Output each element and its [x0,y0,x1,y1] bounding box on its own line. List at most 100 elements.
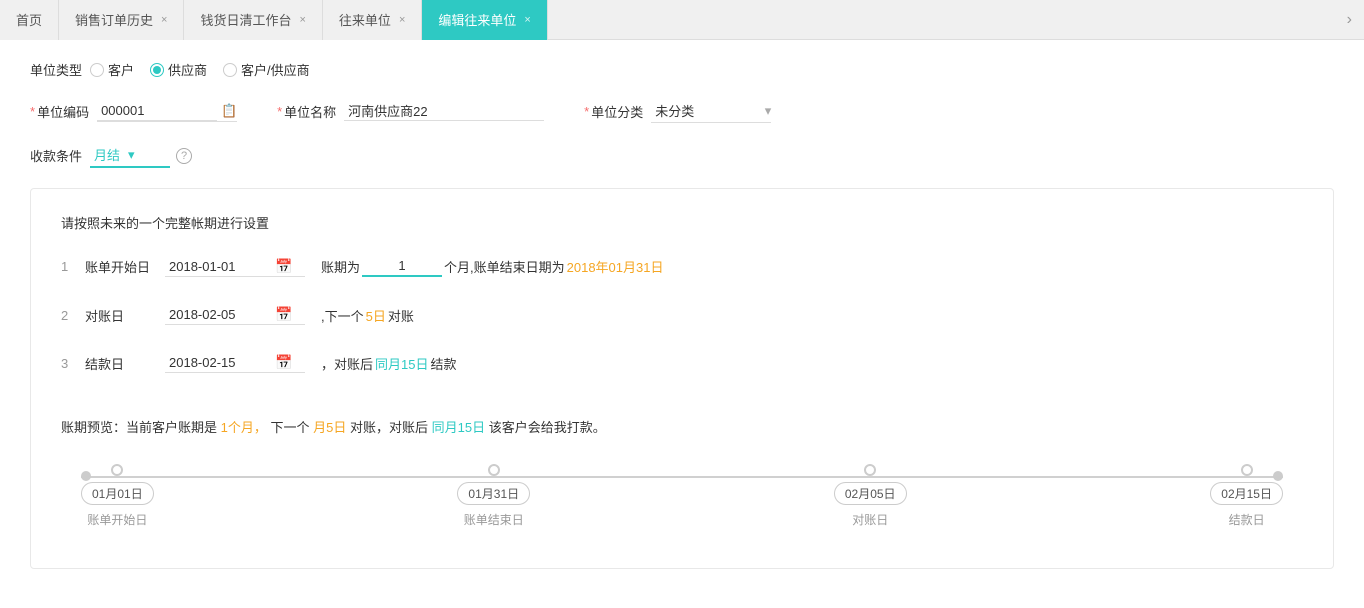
unit-type-label: 单位类型 [30,60,82,79]
preview-pay-suffix: 该客户会给我打款。 [489,420,606,435]
radio-customer-label: 客户 [108,60,134,79]
row-1-date-input[interactable] [165,257,275,276]
unit-info-row: * 单位编码 📋 * 单位名称 * 单位分类 未分类 ▾ [30,99,1334,123]
node-desc-0: 账单开始日 [87,511,147,528]
tab-partner-close[interactable]: × [399,14,405,26]
tab-cash-work-label: 钱货日清工作台 [200,10,291,29]
unit-code-star: * [30,104,35,119]
row-2-date-input[interactable] [165,305,275,324]
tab-cash-work[interactable]: 钱货日清工作台 × [184,0,322,40]
radio-customer-circle [90,63,104,77]
radio-supplier[interactable]: 供应商 [150,60,207,79]
tab-partner[interactable]: 往来单位 × [323,0,422,40]
payment-arrow: ▾ [128,147,135,163]
tab-edit-partner-close[interactable]: × [524,14,530,26]
row-3-date-wrap: 📅 [165,353,305,373]
setting-row-1: 1 账单开始日 📅 账期为 个月,账单结束日期为 2018年01月31日 [61,256,1303,277]
radio-customer[interactable]: 客户 [90,60,134,79]
tab-sales-history[interactable]: 销售订单历史 × [59,0,184,40]
node-desc-1: 账单结束日 [464,511,524,528]
row-2-num: 2 [61,308,85,323]
row-1-desc-suffix: 个月,账单结束日期为 [444,257,565,276]
node-badge-2: 02月05日 [834,482,907,505]
settings-box: 请按照未来的一个完整帐期进行设置 1 账单开始日 📅 账期为 个月,账单结束日期… [30,188,1334,569]
row-3-highlight: 同月15日 [375,354,428,373]
preview-label: 账期预览：当前客户账期是 [61,420,217,435]
row-3-num: 3 [61,356,85,371]
help-icon[interactable]: ? [176,148,192,164]
payment-value: 月结 [90,143,124,166]
row-1-desc: 账期为 个月,账单结束日期为 2018年01月31日 [321,256,663,277]
tab-home[interactable]: 首页 [0,0,59,40]
row-3-desc-prefix: ，对账后 [321,354,373,373]
row-1-highlight-date: 2018年01月31日 [567,257,664,276]
unit-category-arrow: ▾ [765,103,772,119]
row-2-desc-suffix: 对账 [388,306,414,325]
node-dot-0 [111,464,123,476]
row-2-date-wrap: 📅 [165,305,305,325]
row-1-num: 1 [61,259,85,274]
row-2-desc-prefix: ,下一个 [321,306,364,325]
tab-cash-work-close[interactable]: × [299,14,305,26]
unit-category-label: 单位分类 [591,102,643,121]
preview-reconcile-highlight: 月5日 [313,420,346,435]
radio-supplier-circle [150,63,164,77]
payment-condition-label: 收款条件 [30,146,82,165]
preview-reconcile-prefix: 下一个 [271,420,310,435]
radio-supplier-label: 供应商 [168,60,207,79]
setting-row-2: 2 对账日 📅 ,下一个 5日 对账 [61,305,1303,325]
row-1-cal-icon[interactable]: 📅 [275,258,292,275]
unit-code-group: * 单位编码 📋 [30,101,237,122]
row-3-desc: ，对账后 同月15日 结款 [321,354,457,373]
node-dot-1 [488,464,500,476]
node-badge-3: 02月15日 [1210,482,1283,505]
unit-name-star: * [277,104,282,119]
tab-partner-label: 往来单位 [339,10,391,29]
unit-category-select[interactable]: 未分类 ▾ [651,99,771,123]
node-dot-3 [1241,464,1253,476]
row-1-desc-prefix: 账期为 [321,257,360,276]
unit-code-label: 单位编码 [37,102,89,121]
unit-name-input[interactable] [344,101,544,121]
row-3-cal-icon[interactable]: 📅 [275,354,292,371]
node-desc-2: 对账日 [852,511,888,528]
preview-period: 1个月， [221,420,267,435]
row-2-desc: ,下一个 5日 对账 [321,306,414,325]
timeline-nodes: 01月01日 账单开始日 01月31日 账单结束日 02月05日 对账日 [81,464,1283,528]
row-3-label: 结款日 [85,354,165,373]
page-content: 单位类型 客户 供应商 客户/供应商 * 单位编码 📋 [0,40,1364,608]
unit-name-group: * 单位名称 [277,101,544,121]
tab-edit-partner[interactable]: 编辑往来单位 × [422,0,547,40]
preview-section: 账期预览：当前客户账期是 1个月， 下一个 月5日 对账，对账后 同月15日 该… [61,401,1303,544]
tabs-bar: 首页 销售订单历史 × 钱货日清工作台 × 往来单位 × 编辑往来单位 × › [0,0,1364,40]
unit-name-label: 单位名称 [284,102,336,121]
radio-both-circle [223,63,237,77]
unit-code-copy-icon[interactable]: 📋 [221,103,237,119]
payment-select[interactable]: 月结 ▾ [90,143,170,168]
node-desc-3: 结款日 [1229,511,1265,528]
preview-text: 账期预览：当前客户账期是 1个月， 下一个 月5日 对账，对账后 同月15日 该… [61,417,1303,436]
tabs-expander[interactable]: › [1335,11,1364,29]
row-2-highlight: 5日 [366,306,386,325]
setting-row-3: 3 结款日 📅 ，对账后 同月15日 结款 [61,353,1303,373]
row-1-month-input[interactable] [362,256,442,277]
row-1-label: 账单开始日 [85,257,165,276]
unit-category-star: * [584,104,589,119]
preview-reconcile-suffix: 对账，对账后 [350,420,428,435]
radio-both[interactable]: 客户/供应商 [223,60,310,79]
timeline-node-1: 01月31日 账单结束日 [457,464,530,528]
timeline-wrap: 01月01日 账单开始日 01月31日 账单结束日 02月05日 对账日 [61,464,1303,528]
unit-code-wrap: 📋 [97,101,237,122]
timeline-node-2: 02月05日 对账日 [834,464,907,528]
tab-sales-history-close[interactable]: × [161,14,167,26]
unit-code-input[interactable] [97,101,217,121]
row-1-date-wrap: 📅 [165,257,305,277]
payment-condition-field: 月结 ▾ ? [90,143,192,168]
row-2-cal-icon[interactable]: 📅 [275,306,292,323]
unit-category-group: * 单位分类 未分类 ▾ [584,99,771,123]
tab-sales-history-label: 销售订单历史 [75,10,153,29]
row-3-desc-suffix: 结款 [430,354,456,373]
unit-category-value: 未分类 [651,99,760,122]
tab-edit-partner-label: 编辑往来单位 [438,10,516,29]
row-3-date-input[interactable] [165,353,275,372]
